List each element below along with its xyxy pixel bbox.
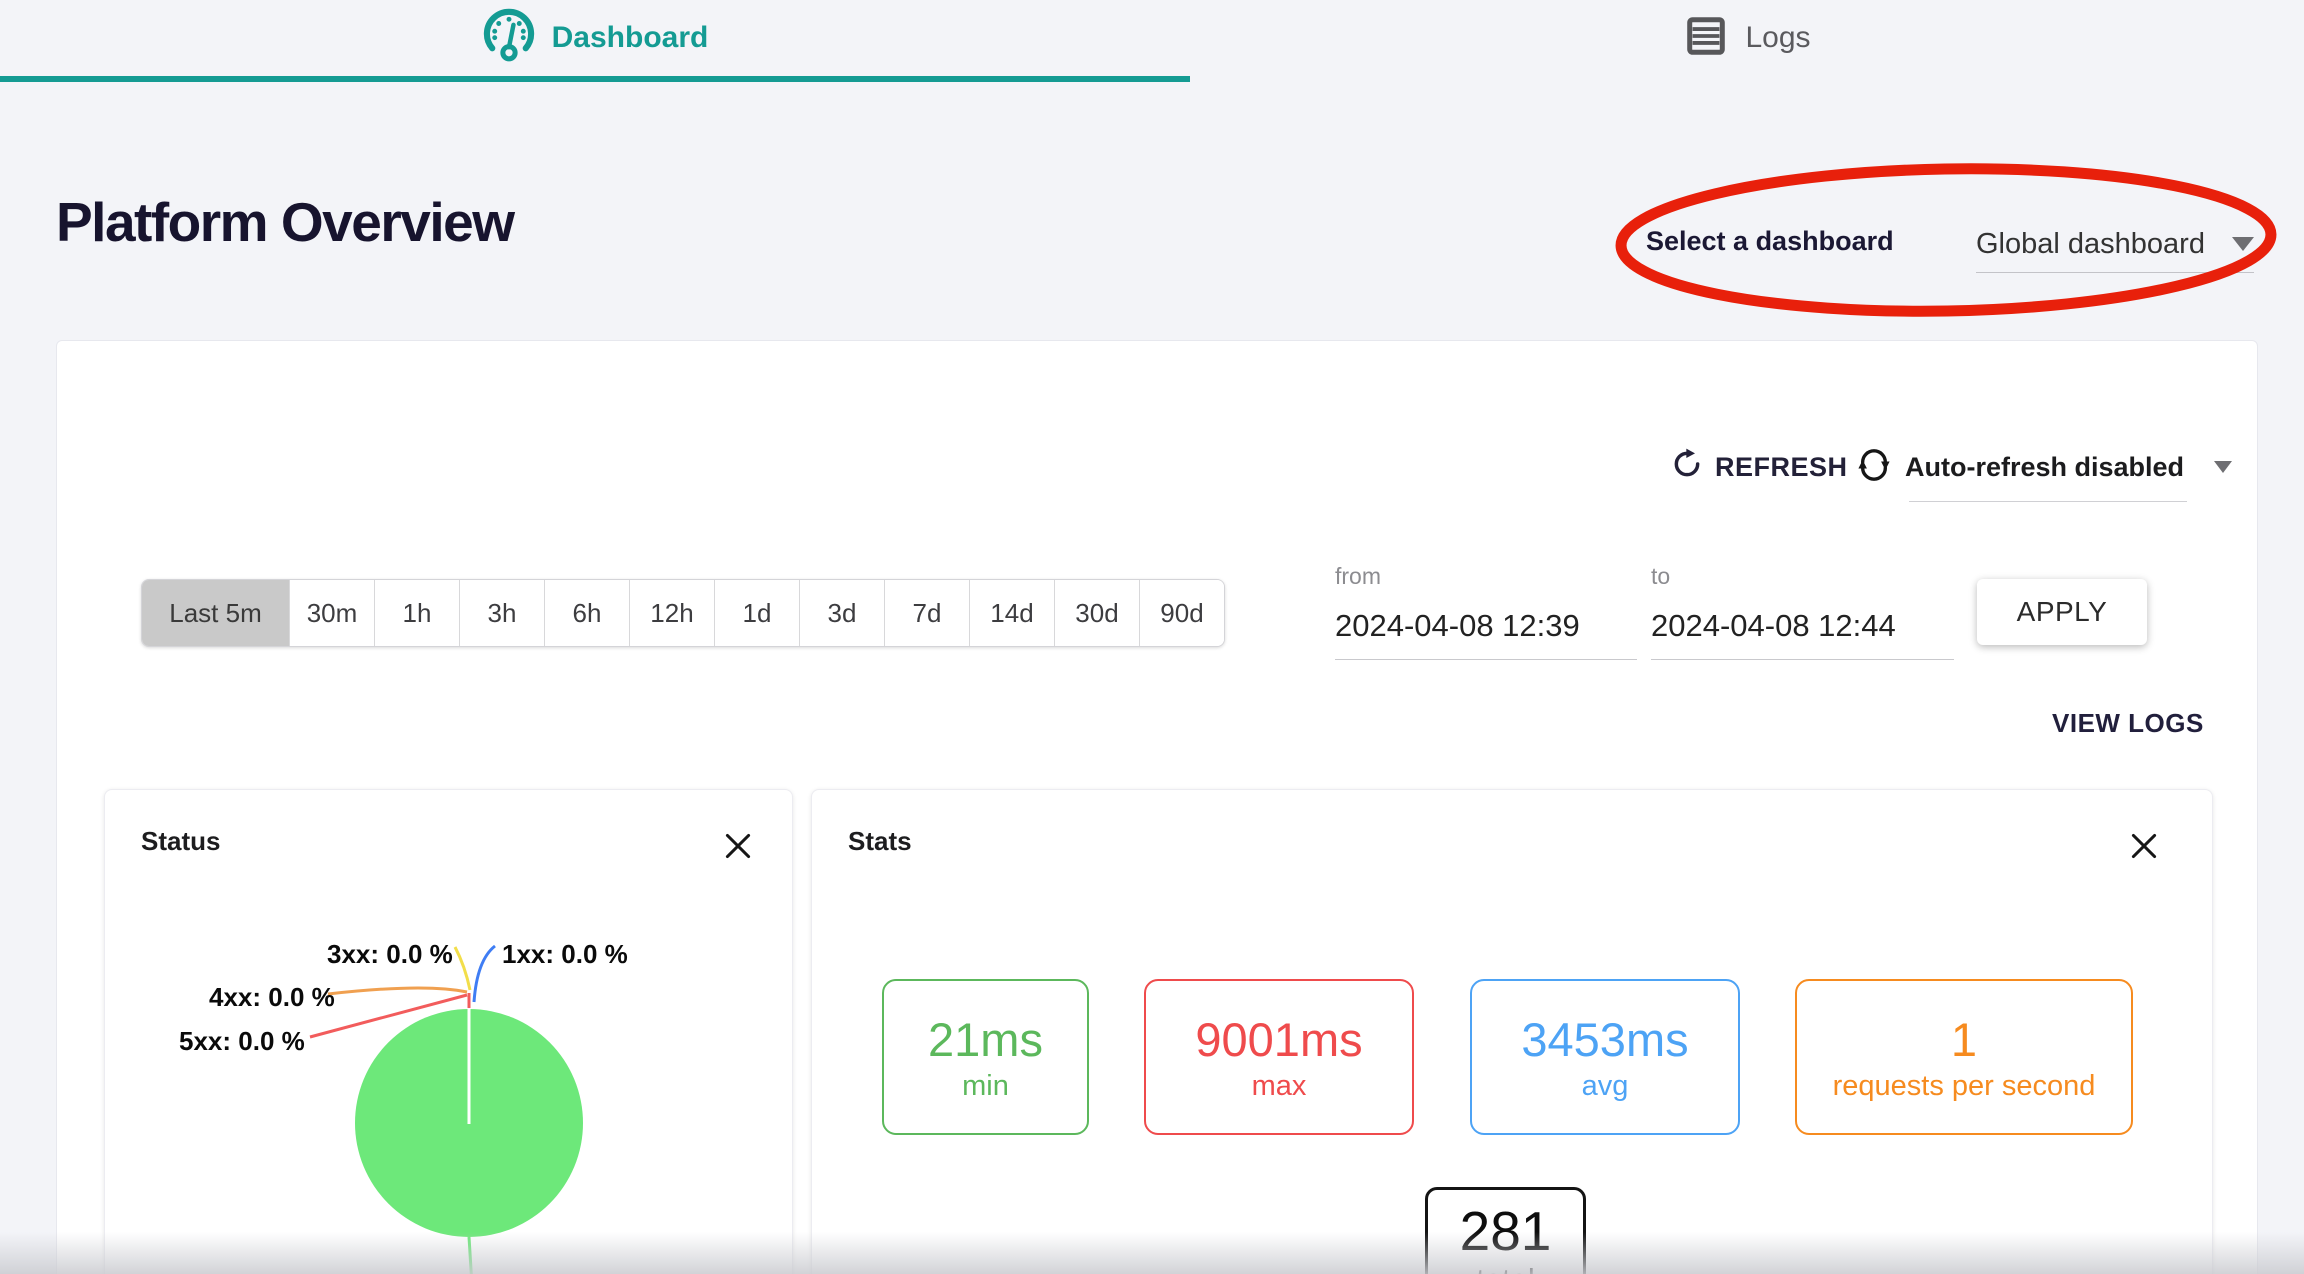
time-range-1h[interactable]: 1h bbox=[375, 580, 460, 646]
time-range-3d[interactable]: 3d bbox=[800, 580, 885, 646]
stat-max-label: max bbox=[1252, 1070, 1307, 1103]
stat-rps: 1 requests per second bbox=[1795, 979, 2133, 1135]
stat-min: 21ms min bbox=[882, 979, 1089, 1135]
stats-card: Stats 21ms min 9001ms max 3453ms avg 1 bbox=[811, 789, 2213, 1274]
close-icon[interactable] bbox=[2126, 828, 2162, 864]
time-range-14d[interactable]: 14d bbox=[970, 580, 1055, 646]
tab-logs-label: Logs bbox=[1745, 21, 1810, 55]
stat-min-value: 21ms bbox=[928, 1012, 1043, 1067]
dashboard-panel: REFRESH Auto-refresh disabled Last 5m30m… bbox=[56, 340, 2258, 1274]
to-date-field[interactable]: to 2024-04-08 12:44 bbox=[1651, 563, 1954, 660]
from-value: 2024-04-08 12:39 bbox=[1335, 608, 1637, 644]
tab-logs[interactable]: Logs bbox=[1190, 0, 2304, 76]
refresh-icon bbox=[1671, 448, 1703, 487]
time-range-3h[interactable]: 3h bbox=[460, 580, 545, 646]
stat-avg-label: avg bbox=[1582, 1070, 1629, 1103]
time-range-1d[interactable]: 1d bbox=[715, 580, 800, 646]
dashboard-select-dropdown[interactable]: Global dashboard bbox=[1976, 216, 2254, 273]
dashboard-select-label: Select a dashboard bbox=[1646, 226, 1894, 257]
time-range-group: Last 5m30m1h3h6h12h1d3d7d14d30d90d bbox=[141, 579, 1225, 647]
status-pie-chart: 3xx: 0.0 % 1xx: 0.0 % 4xx: 0.0 % 5xx: 0.… bbox=[105, 790, 792, 1274]
stat-rps-label: requests per second bbox=[1833, 1070, 2096, 1103]
apply-button[interactable]: APPLY bbox=[1977, 579, 2147, 645]
gauge-icon bbox=[482, 7, 536, 70]
from-date-field[interactable]: from 2024-04-08 12:39 bbox=[1335, 563, 1637, 660]
stat-avg: 3453ms avg bbox=[1470, 979, 1740, 1135]
screen: Dashboard Logs Platform Overview Select … bbox=[0, 0, 2304, 1274]
time-range-30d[interactable]: 30d bbox=[1055, 580, 1140, 646]
page-title: Platform Overview bbox=[56, 190, 513, 254]
tab-dashboard-label: Dashboard bbox=[552, 21, 709, 55]
time-range-90d[interactable]: 90d bbox=[1140, 580, 1224, 646]
from-label: from bbox=[1335, 563, 1637, 590]
to-label: to bbox=[1651, 563, 1954, 590]
stat-total-value: 281 bbox=[1460, 1202, 1552, 1260]
stat-max-value: 9001ms bbox=[1195, 1012, 1362, 1067]
time-range-6h[interactable]: 6h bbox=[545, 580, 630, 646]
stats-card-title: Stats bbox=[848, 826, 912, 857]
time-range-30m[interactable]: 30m bbox=[290, 580, 375, 646]
list-icon bbox=[1683, 13, 1729, 64]
chevron-down-icon bbox=[2232, 237, 2254, 251]
pie-label-3xx: 3xx: 0.0 % bbox=[327, 939, 453, 969]
time-range-12h[interactable]: 12h bbox=[630, 580, 715, 646]
pie-label-5xx: 5xx: 0.0 % bbox=[179, 1026, 305, 1056]
tab-dashboard[interactable]: Dashboard bbox=[0, 0, 1190, 76]
view-logs-link[interactable]: VIEW LOGS bbox=[2046, 707, 2210, 740]
dashboard-select-value: Global dashboard bbox=[1976, 228, 2205, 261]
active-tab-indicator bbox=[0, 76, 1190, 82]
time-range-7d[interactable]: 7d bbox=[885, 580, 970, 646]
stat-rps-value: 1 bbox=[1951, 1012, 1977, 1067]
auto-refresh-icon bbox=[1857, 448, 1891, 487]
auto-refresh-dropdown[interactable]: Auto-refresh disabled bbox=[1857, 445, 2232, 489]
stat-min-label: min bbox=[962, 1070, 1009, 1103]
to-value: 2024-04-08 12:44 bbox=[1651, 608, 1954, 644]
pie-label-4xx: 4xx: 0.0 % bbox=[209, 982, 335, 1012]
chevron-down-icon bbox=[2214, 461, 2232, 473]
status-card: Status 3xx: 0.0 % 1xx: 0.0 % 4xx: 0.0 % … bbox=[104, 789, 793, 1274]
time-range-last-5m[interactable]: Last 5m bbox=[142, 580, 290, 646]
auto-refresh-underline bbox=[1909, 501, 2187, 502]
refresh-label: REFRESH bbox=[1715, 452, 1848, 483]
stat-max: 9001ms max bbox=[1144, 979, 1414, 1135]
pie-label-1xx: 1xx: 0.0 % bbox=[502, 939, 628, 969]
stat-total: 281 total bbox=[1425, 1187, 1586, 1274]
refresh-button[interactable]: REFRESH bbox=[1665, 445, 1854, 489]
auto-refresh-label: Auto-refresh disabled bbox=[1905, 452, 2184, 483]
stat-avg-value: 3453ms bbox=[1521, 1012, 1688, 1067]
stat-total-label: total bbox=[1476, 1262, 1535, 1274]
